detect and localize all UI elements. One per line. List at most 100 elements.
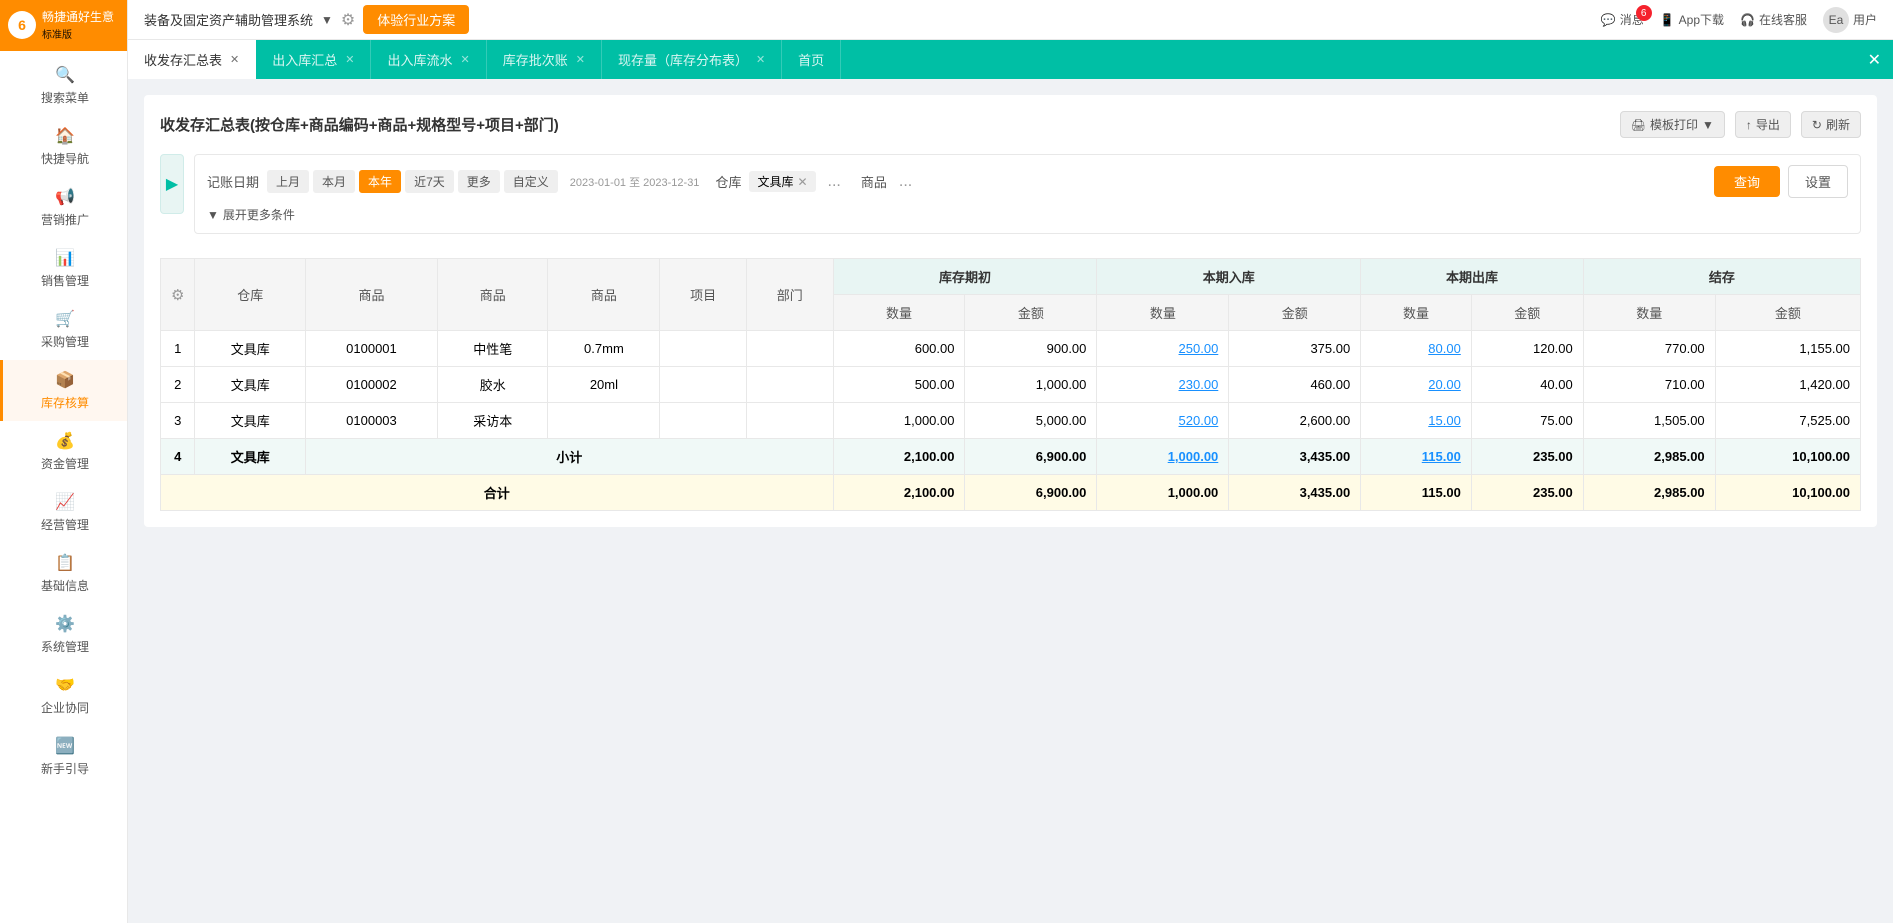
row-warehouse: 文具库 [195,331,306,367]
subtotal-open-amt: 6,900.00 [965,439,1097,475]
sidebar-item-finance[interactable]: 💰 资金管理 [0,421,127,482]
row-project [660,331,747,367]
row-open-qty: 500.00 [833,367,965,403]
sidebar-item-system[interactable]: ⚙️ 系统管理 [0,604,127,665]
data-table: ⚙ 仓库 商品 商品 商品 项目 部门 库存期初 本期入库 本期出库 结存 [160,258,1861,511]
row-out-qty[interactable]: 15.00 [1361,403,1472,439]
sidebar-item-marketing[interactable]: 📢 营销推广 [0,177,127,238]
tab-2[interactable]: 库存批次账 ✕ [487,40,602,79]
row-in-qty[interactable]: 230.00 [1097,367,1229,403]
col-in-amt-header: 金额 [1229,295,1361,331]
row-out-qty[interactable]: 80.00 [1361,331,1472,367]
warehouse-tag-text: 文具库 [757,173,793,190]
refresh-button[interactable]: ↻ 刷新 [1801,111,1861,138]
sidebar-item-sales[interactable]: 📊 销售管理 [0,238,127,299]
guide-icon: 🆕 [55,736,75,756]
app-download-action[interactable]: 📱 App下载 [1660,11,1724,28]
row-no: 1 [161,331,195,367]
sidebar-item-label-inventory: 库存核算 [41,394,89,411]
online-service-label: 在线客服 [1759,11,1807,28]
date-btn-自定义[interactable]: 自定义 [504,170,558,193]
sidebar-item-basic[interactable]: 📋 基础信息 [0,543,127,604]
warehouse-more-icon[interactable]: ... [824,173,845,191]
tab-0[interactable]: 首页 [782,40,841,79]
sidebar-item-enterprise[interactable]: 🤝 企业协同 [0,665,127,726]
tab-close-4[interactable]: ✕ [345,53,354,66]
col-in-qty-header: 数量 [1097,295,1229,331]
warehouse-tag: 文具库 ✕ [749,171,815,192]
table-row: 1 文具库 0100001 中性笔 0.7mm 600.00 900.00 25… [161,331,1861,367]
tab-4[interactable]: 出入库汇总✕ [256,40,371,79]
query-button[interactable]: 查询 [1714,166,1780,197]
export-icon: ↑ [1746,118,1752,132]
sidebar-item-quicknav[interactable]: 🏠 快捷导航 [0,116,127,177]
dropdown-arrow-icon: ▼ [321,13,333,27]
tab-close-1[interactable]: ✕ [756,53,765,66]
sidebar-item-label-guide: 新手引导 [41,760,89,777]
tab-close-2[interactable]: ✕ [576,53,585,66]
sidebar-item-purchase[interactable]: 🛒 采购管理 [0,299,127,360]
date-shortcuts: 上月本月本年近7天更多自定义 [267,170,558,193]
tab-label-1: 现存量（库存分布表） [618,50,748,69]
tab-close-5[interactable]: ✕ [230,53,239,66]
row-in-qty[interactable]: 250.00 [1097,331,1229,367]
subtotal-open-qty: 2,100.00 [833,439,965,475]
tab-label-2: 库存批次账 [503,50,568,69]
online-service-action[interactable]: 🎧 在线客服 [1740,11,1807,28]
row-goods-name: 胶水 [437,367,548,403]
row-warehouse: 文具库 [195,403,306,439]
user-action[interactable]: Ea 用户 [1823,7,1877,33]
refresh-icon: ↻ [1812,118,1822,132]
sidebar-item-operation[interactable]: 📈 经营管理 [0,482,127,543]
row-goods-code: 0100002 [306,367,438,403]
inventory-icon: 📦 [55,370,75,390]
subtotal-bal-amt: 10,100.00 [1715,439,1860,475]
expand-filter-button[interactable]: ▼ 展开更多条件 [207,206,1848,223]
quicknav-icon: 🏠 [55,126,75,146]
tab-1[interactable]: 现存量（库存分布表） ✕ [602,40,782,79]
sidebar: 6 畅捷通好生意 标准版 🔍 搜索菜单🏠 快捷导航📢 营销推广📊 销售管理🛒 采… [0,0,128,923]
tab-5[interactable]: 收发存汇总表✕ [128,40,256,79]
goods-filter-label: 商品 [861,172,887,191]
goods-more-icon[interactable]: ... [895,173,916,191]
tab-3[interactable]: 出入库流水✕ [371,40,486,79]
app-download-label: App下载 [1679,11,1724,28]
row-in-amt: 2,600.00 [1229,403,1361,439]
sidebar-item-label-system: 系统管理 [41,638,89,655]
message-action[interactable]: 💬 消息 6 [1601,11,1644,28]
filter-toggle-button[interactable]: ▶ [160,154,184,214]
sidebar-item-guide[interactable]: 🆕 新手引导 [0,726,127,787]
tab-close-3[interactable]: ✕ [460,53,469,66]
date-btn-更多[interactable]: 更多 [458,170,500,193]
sidebar-item-inventory[interactable]: 📦 库存核算 [0,360,127,421]
experience-button[interactable]: 体验行业方案 [363,5,469,34]
system-dropdown[interactable]: ▼ [321,13,333,27]
settings-icon[interactable]: ⚙ [341,10,355,30]
sidebar-item-search[interactable]: 🔍 搜索菜单 [0,55,127,116]
row-out-qty[interactable]: 20.00 [1361,367,1472,403]
col-goods-name-header: 商品 [437,259,548,331]
user-label: 用户 [1853,11,1877,28]
row-out-amt: 120.00 [1471,331,1583,367]
date-btn-上月[interactable]: 上月 [267,170,309,193]
date-btn-近7天[interactable]: 近7天 [405,170,454,193]
col-balance-header: 结存 [1583,259,1860,295]
table-settings-icon[interactable]: ⚙ [171,286,184,304]
row-goods-name: 中性笔 [437,331,548,367]
basic-icon: 📋 [55,553,75,573]
date-btn-本月[interactable]: 本月 [313,170,355,193]
date-btn-本年[interactable]: 本年 [359,170,401,193]
finance-icon: 💰 [55,431,75,451]
row-in-qty[interactable]: 520.00 [1097,403,1229,439]
footer-open-amt: 6,900.00 [965,475,1097,511]
subtotal-label: 小计 [306,439,834,475]
table-row: 2 文具库 0100002 胶水 20ml 500.00 1,000.00 23… [161,367,1861,403]
row-dept [746,367,833,403]
col-open-qty-header: 数量 [833,295,965,331]
col-open-amt-header: 金额 [965,295,1097,331]
close-all-tabs[interactable]: ✕ [1856,50,1893,70]
warehouse-tag-close[interactable]: ✕ [797,175,807,189]
print-button[interactable]: 🖨 模板打印 ▼ [1620,111,1725,138]
export-button[interactable]: ↑ 导出 [1735,111,1791,138]
settings-button[interactable]: 设置 [1788,165,1848,198]
